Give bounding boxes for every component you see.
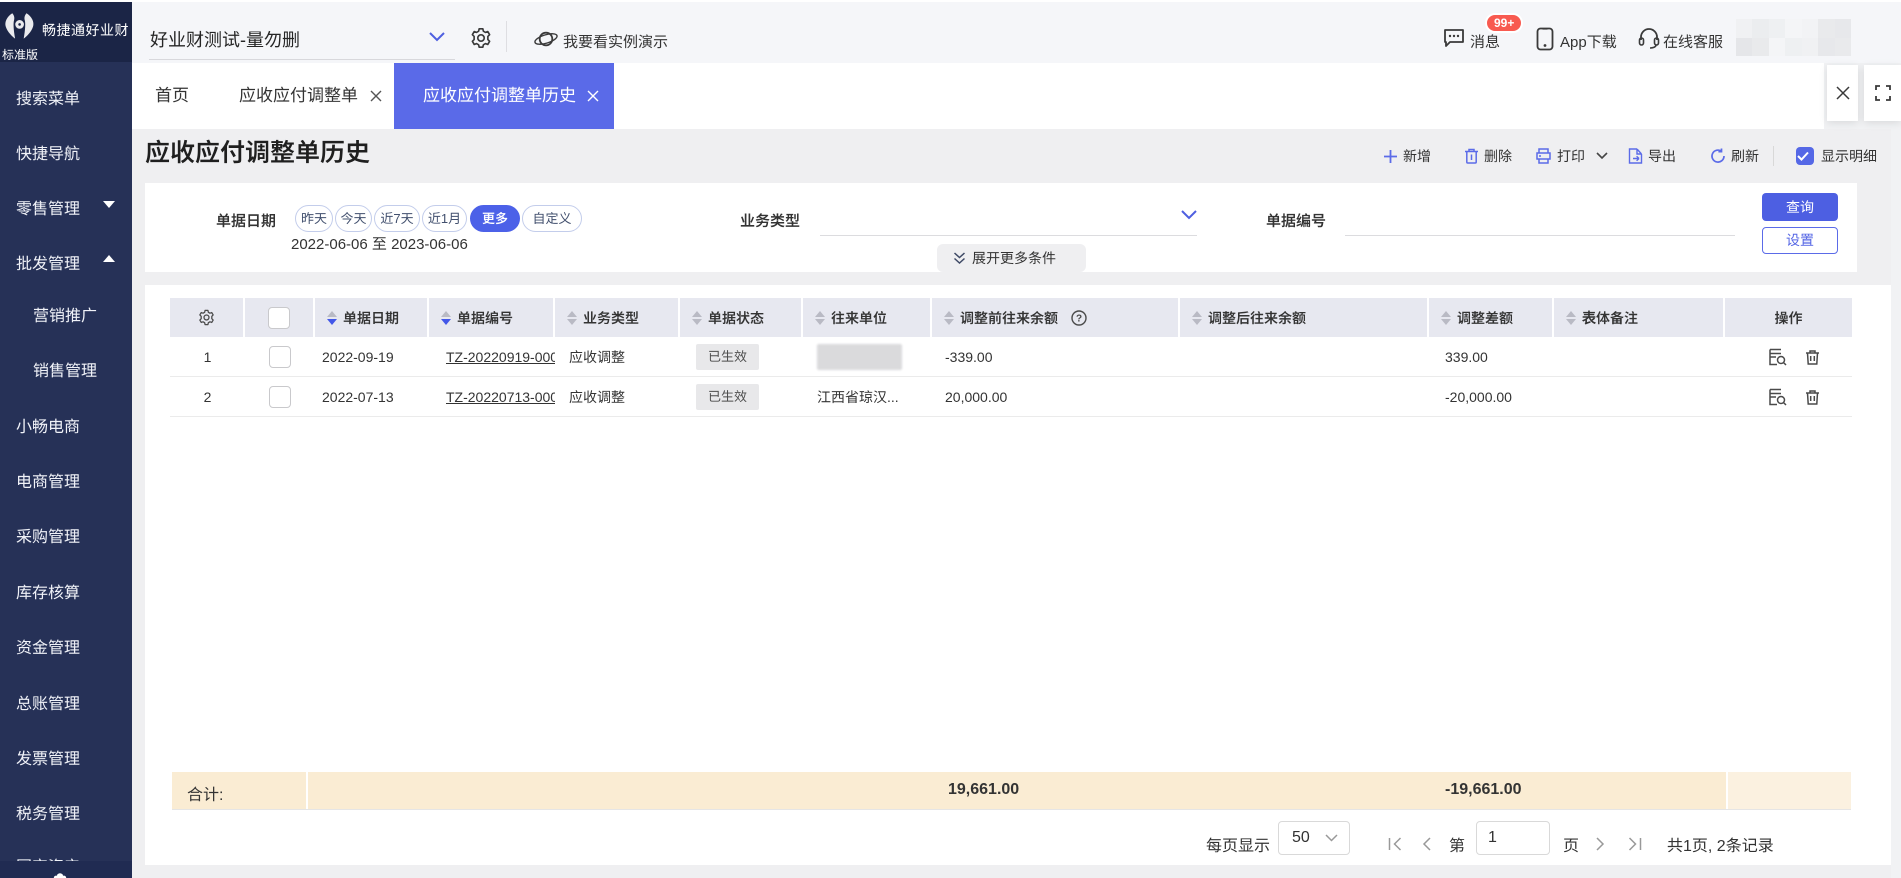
svg-text:?: ?: [1076, 313, 1082, 324]
